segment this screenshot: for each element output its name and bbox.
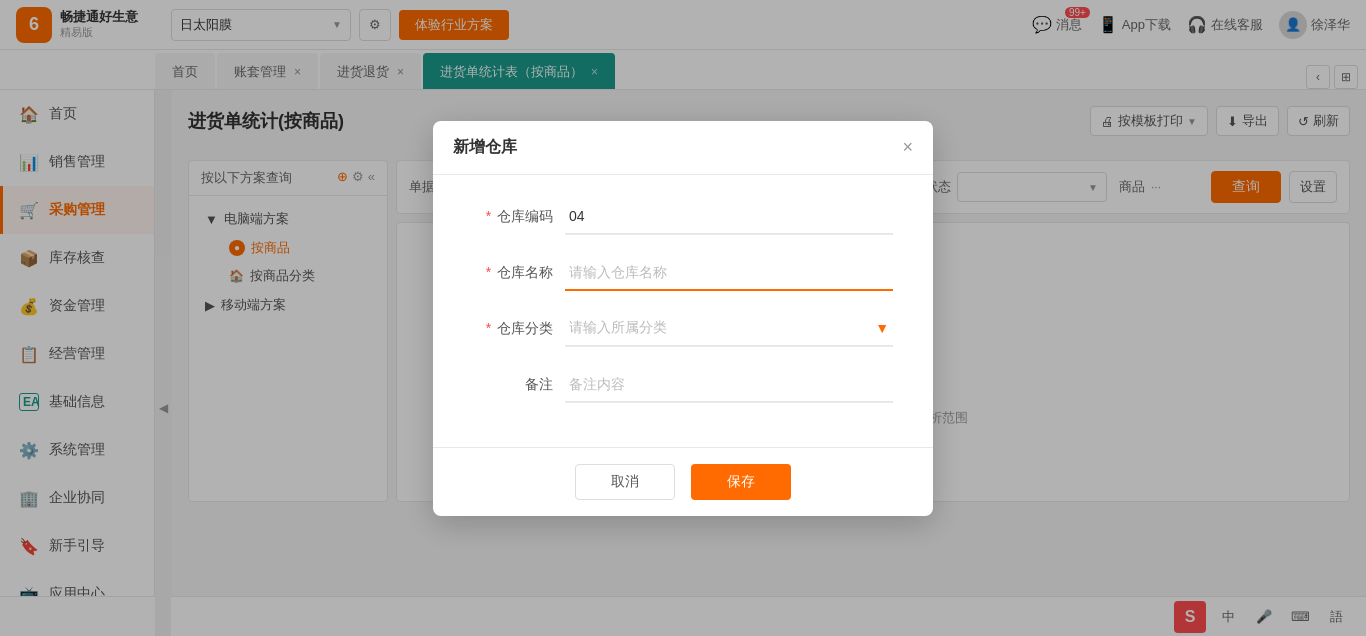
modal-body: * 仓库编码 * 仓库名称 * 仓库分类 请输入所属 [433, 175, 933, 447]
warehouse-category-select[interactable]: 请输入所属分类 ▼ [565, 311, 893, 347]
modal-overlay[interactable]: 新增仓库 × * 仓库编码 * 仓库名称 [0, 0, 1366, 636]
note-row: 备注 [473, 367, 893, 403]
warehouse-code-label: * 仓库编码 [473, 208, 553, 226]
note-label: 备注 [473, 376, 553, 394]
cancel-button[interactable]: 取消 [575, 464, 675, 500]
warehouse-category-label: * 仓库分类 [473, 320, 553, 338]
warehouse-code-row: * 仓库编码 [473, 199, 893, 235]
warehouse-category-row: * 仓库分类 请输入所属分类 ▼ [473, 311, 893, 347]
warehouse-name-input[interactable] [565, 255, 893, 291]
chevron-down-icon: ▼ [875, 320, 889, 336]
modal-header: 新增仓库 × [433, 121, 933, 175]
modal-title: 新增仓库 [453, 137, 517, 158]
warehouse-name-label: * 仓库名称 [473, 264, 553, 282]
save-button[interactable]: 保存 [691, 464, 791, 500]
modal-close-button[interactable]: × [902, 138, 913, 156]
new-warehouse-modal: 新增仓库 × * 仓库编码 * 仓库名称 [433, 121, 933, 516]
warehouse-code-input[interactable] [565, 199, 893, 235]
note-input[interactable] [565, 367, 893, 403]
warehouse-name-row: * 仓库名称 [473, 255, 893, 291]
modal-footer: 取消 保存 [433, 447, 933, 516]
